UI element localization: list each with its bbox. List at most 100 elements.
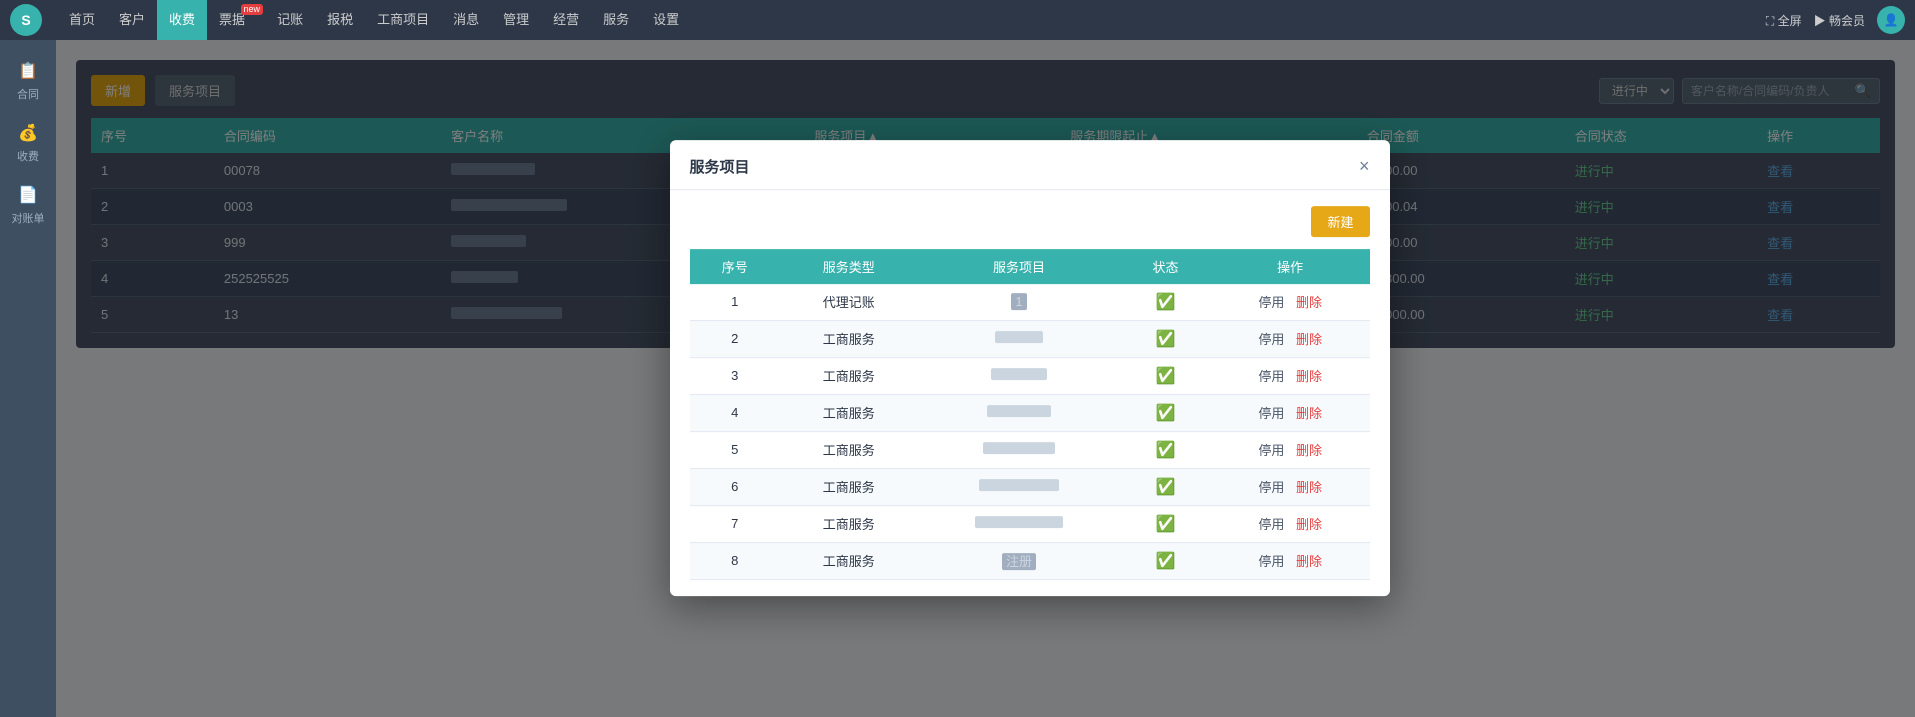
svc-col-action: 操作 [1211, 249, 1370, 284]
sidebar-item-billing-label: 收费 [17, 148, 39, 164]
status-check-icon: ✅ [1156, 516, 1176, 533]
svc-cell-type: 工商服务 [780, 542, 918, 579]
svc-cell-type: 工商服务 [780, 431, 918, 468]
svc-cell-action: 停用 删除 [1211, 320, 1370, 357]
delete-button[interactable]: 删除 [1296, 332, 1322, 347]
modal-body: 新建 序号 服务类型 服务项目 状态 操作 1 代理记账 1 ✅ 停用 删除 2… [670, 190, 1390, 596]
list-item: 6 工商服务 ✅ 停用 删除 [690, 468, 1370, 505]
svc-cell-status: ✅ [1120, 505, 1211, 542]
list-item: 4 工商服务 ✅ 停用 删除 [690, 394, 1370, 431]
modal-title: 服务项目 [690, 156, 750, 177]
svc-cell-type: 工商服务 [780, 357, 918, 394]
svc-col-item: 服务项目 [918, 249, 1121, 284]
svc-cell-item [918, 320, 1121, 357]
nav-billing[interactable]: 收费 [157, 0, 207, 40]
svc-cell-status: ✅ [1120, 394, 1211, 431]
delete-button[interactable]: 删除 [1296, 295, 1322, 310]
delete-button[interactable]: 删除 [1296, 517, 1322, 532]
avatar[interactable]: 👤 [1877, 6, 1905, 34]
svc-cell-status: ✅ [1120, 357, 1211, 394]
sidebar-item-statement[interactable]: 📄 对账单 [0, 174, 56, 236]
nav-invoice[interactable]: 票据 new [207, 0, 265, 40]
svc-cell-no: 2 [690, 320, 781, 357]
delete-button[interactable]: 删除 [1296, 554, 1322, 569]
modal-header: 服务项目 × [670, 140, 1390, 190]
sidebar-item-billing[interactable]: 💰 收费 [0, 112, 56, 174]
modal-close-button[interactable]: × [1359, 157, 1370, 175]
stop-button[interactable]: 停用 [1258, 332, 1284, 347]
svc-cell-type: 工商服务 [780, 394, 918, 431]
sidebar-item-contract[interactable]: 📋 合同 [0, 50, 56, 112]
contract-icon: 📋 [17, 60, 39, 82]
stop-button[interactable]: 停用 [1258, 517, 1284, 532]
status-check-icon: ✅ [1156, 553, 1176, 570]
list-item: 3 工商服务 ✅ 停用 删除 [690, 357, 1370, 394]
sidebar-item-statement-label: 对账单 [12, 210, 45, 226]
nav-customer[interactable]: 客户 [107, 0, 157, 40]
svc-col-no: 序号 [690, 249, 781, 284]
member-button[interactable]: ▶ 畅会员 [1814, 12, 1865, 29]
svc-cell-type: 工商服务 [780, 320, 918, 357]
svc-cell-no: 3 [690, 357, 781, 394]
stop-button[interactable]: 停用 [1258, 406, 1284, 421]
delete-button[interactable]: 删除 [1296, 369, 1322, 384]
nav-operation[interactable]: 经营 [541, 0, 591, 40]
modal-toolbar: 新建 [690, 206, 1370, 237]
svc-cell-status: ✅ [1120, 542, 1211, 579]
svc-cell-action: 停用 删除 [1211, 468, 1370, 505]
stop-button[interactable]: 停用 [1258, 554, 1284, 569]
svc-cell-status: ✅ [1120, 468, 1211, 505]
modal-new-button[interactable]: 新建 [1311, 206, 1369, 237]
status-check-icon: ✅ [1156, 368, 1176, 385]
svc-cell-item [918, 505, 1121, 542]
fullscreen-button[interactable]: ⛶ 全屏 [1766, 12, 1802, 29]
statement-icon: 📄 [17, 184, 39, 206]
delete-button[interactable]: 删除 [1296, 443, 1322, 458]
new-badge: new [241, 4, 264, 15]
stop-button[interactable]: 停用 [1258, 295, 1284, 310]
app-logo: S [10, 4, 42, 36]
delete-button[interactable]: 删除 [1296, 406, 1322, 421]
billing-icon: 💰 [17, 122, 39, 144]
svc-cell-action: 停用 删除 [1211, 394, 1370, 431]
right-actions: ⛶ 全屏 ▶ 畅会员 👤 [1766, 6, 1905, 34]
list-item: 1 代理记账 1 ✅ 停用 删除 [690, 284, 1370, 321]
stop-button[interactable]: 停用 [1258, 443, 1284, 458]
nav-service[interactable]: 服务 [591, 0, 641, 40]
svc-cell-item [918, 357, 1121, 394]
list-item: 5 工商服务 ✅ 停用 删除 [690, 431, 1370, 468]
svc-cell-status: ✅ [1120, 431, 1211, 468]
svc-cell-action: 停用 删除 [1211, 284, 1370, 321]
svc-cell-action: 停用 删除 [1211, 431, 1370, 468]
svc-cell-no: 1 [690, 284, 781, 321]
stop-button[interactable]: 停用 [1258, 480, 1284, 495]
svc-cell-no: 8 [690, 542, 781, 579]
top-navigation: S 首页 客户 收费 票据 new 记账 报税 工商项目 消息 管理 经营 服务… [0, 0, 1915, 40]
svc-cell-item [918, 431, 1121, 468]
svc-cell-no: 5 [690, 431, 781, 468]
svc-cell-action: 停用 删除 [1211, 357, 1370, 394]
stop-button[interactable]: 停用 [1258, 369, 1284, 384]
nav-bookkeeping[interactable]: 记账 [265, 0, 315, 40]
svc-cell-type: 工商服务 [780, 468, 918, 505]
nav-business[interactable]: 工商项目 [365, 0, 441, 40]
svc-cell-no: 7 [690, 505, 781, 542]
nav-tax[interactable]: 报税 [315, 0, 365, 40]
svc-cell-item [918, 468, 1121, 505]
nav-message[interactable]: 消息 [441, 0, 491, 40]
delete-button[interactable]: 删除 [1296, 480, 1322, 495]
svc-cell-type: 代理记账 [780, 284, 918, 321]
status-check-icon: ✅ [1156, 479, 1176, 496]
svc-cell-no: 6 [690, 468, 781, 505]
nav-settings[interactable]: 设置 [641, 0, 691, 40]
svc-cell-action: 停用 删除 [1211, 542, 1370, 579]
svc-cell-status: ✅ [1120, 320, 1211, 357]
nav-home[interactable]: 首页 [57, 0, 107, 40]
svc-cell-action: 停用 删除 [1211, 505, 1370, 542]
list-item: 2 工商服务 ✅ 停用 删除 [690, 320, 1370, 357]
list-item: 7 工商服务 ✅ 停用 删除 [690, 505, 1370, 542]
svc-cell-status: ✅ [1120, 284, 1211, 321]
nav-manage[interactable]: 管理 [491, 0, 541, 40]
status-check-icon: ✅ [1156, 294, 1176, 311]
svc-col-status: 状态 [1120, 249, 1211, 284]
